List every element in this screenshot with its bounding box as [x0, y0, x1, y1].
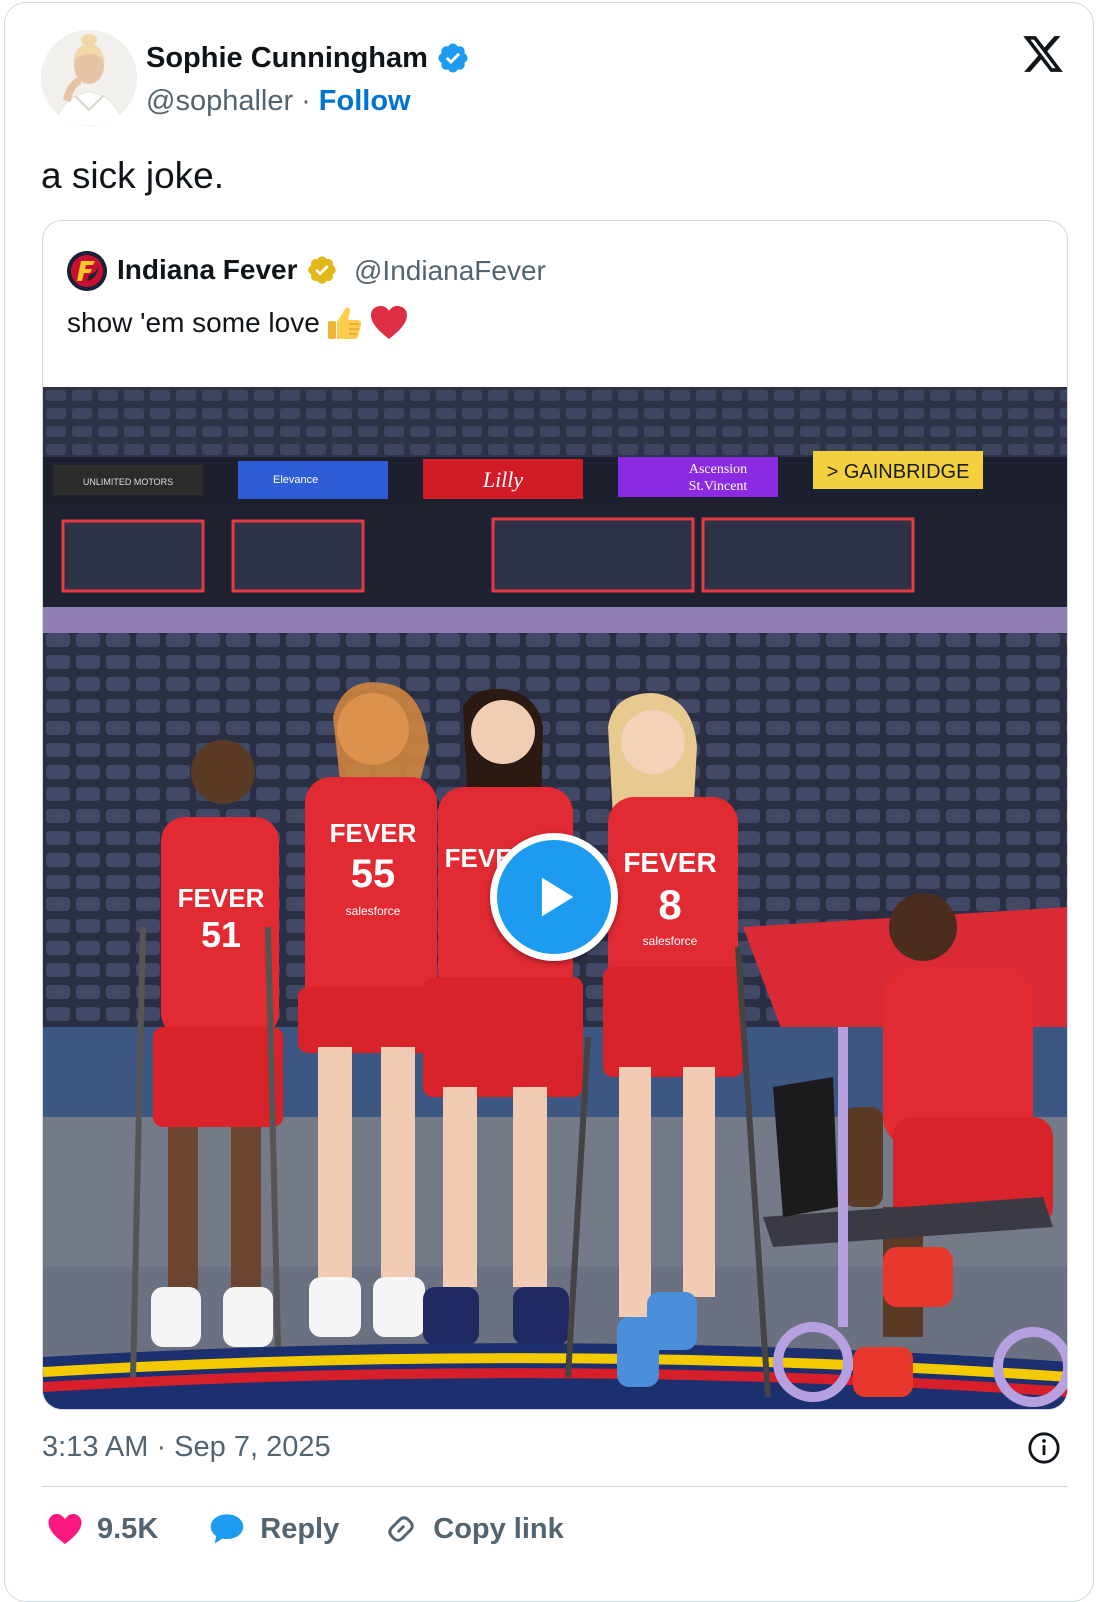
- svg-text:salesforce: salesforce: [346, 904, 401, 918]
- svg-text:55: 55: [351, 852, 396, 896]
- reply-button[interactable]: Reply: [208, 1512, 339, 1546]
- speech-bubble-icon: [211, 1514, 244, 1544]
- svg-text:St.Vincent: St.Vincent: [689, 479, 748, 494]
- link-icon: [388, 1516, 414, 1542]
- svg-text:51: 51: [201, 914, 241, 955]
- svg-text:Elevance: Elevance: [273, 474, 318, 486]
- quoted-author-avatar[interactable]: [67, 251, 107, 291]
- separator-dot: ·: [301, 85, 311, 117]
- svg-text:8: 8: [658, 881, 681, 928]
- svg-text:FEVER: FEVER: [623, 847, 716, 878]
- copy-link-button[interactable]: Copy link: [383, 1511, 564, 1547]
- like-count: 9.5K: [97, 1512, 159, 1545]
- quoted-tweet-text-row: show 'em some love: [67, 305, 408, 341]
- play-icon: [541, 877, 574, 917]
- tweet-text: a sick joke.: [41, 155, 225, 196]
- tweet-card: Sophie Cunningham @sophaller · Follow a …: [4, 2, 1094, 1602]
- info-icon[interactable]: [1027, 1431, 1061, 1465]
- svg-text:FEVER: FEVER: [330, 818, 417, 848]
- svg-text:FEVER: FEVER: [178, 883, 265, 913]
- author-name-text[interactable]: Sophie Cunningham: [146, 42, 428, 75]
- footer-divider: [42, 1486, 1068, 1487]
- x-logo-icon[interactable]: [1020, 32, 1066, 76]
- copy-link-label: Copy link: [433, 1512, 564, 1545]
- tweet-actions: 9.5K Reply Copy link: [47, 1511, 564, 1547]
- author-handle-row: @sophaller · Follow: [146, 85, 411, 118]
- thumbs-up-icon: [327, 307, 361, 339]
- quoted-tweet-text: show 'em some love: [67, 307, 320, 338]
- svg-text:Ascension: Ascension: [689, 462, 747, 477]
- quoted-author-handle[interactable]: @IndianaFever: [354, 255, 546, 287]
- svg-text:UNLIMITED MOTORS: UNLIMITED MOTORS: [83, 477, 173, 487]
- verified-org-badge-icon: [307, 256, 336, 284]
- tweet-timestamp[interactable]: 3:13 AM · Sep 7, 2025: [42, 1431, 331, 1464]
- reply-label: Reply: [260, 1512, 340, 1545]
- author-name[interactable]: Sophie Cunningham: [146, 41, 470, 75]
- author-avatar[interactable]: [41, 30, 137, 126]
- svg-text:> GAINBRIDGE: > GAINBRIDGE: [827, 461, 970, 483]
- verified-badge-icon: [438, 43, 468, 73]
- video-thumbnail[interactable]: UNLIMITED MOTORS Elevance Lilly Ascensio…: [43, 387, 1067, 1409]
- quoted-author-name[interactable]: Indiana Fever: [117, 254, 338, 286]
- author-handle[interactable]: @sophaller: [146, 85, 293, 118]
- play-button[interactable]: [490, 833, 618, 961]
- quoted-author-name-text[interactable]: Indiana Fever: [117, 254, 298, 286]
- follow-button[interactable]: Follow: [319, 85, 411, 118]
- svg-text:Lilly: Lilly: [482, 467, 524, 492]
- heart-icon: [48, 1514, 82, 1544]
- red-heart-icon: [370, 306, 407, 339]
- quoted-tweet[interactable]: Indiana Fever @IndianaFever show 'em som…: [42, 220, 1068, 1410]
- like-button[interactable]: 9.5K: [47, 1512, 158, 1546]
- svg-text:salesforce: salesforce: [643, 934, 698, 948]
